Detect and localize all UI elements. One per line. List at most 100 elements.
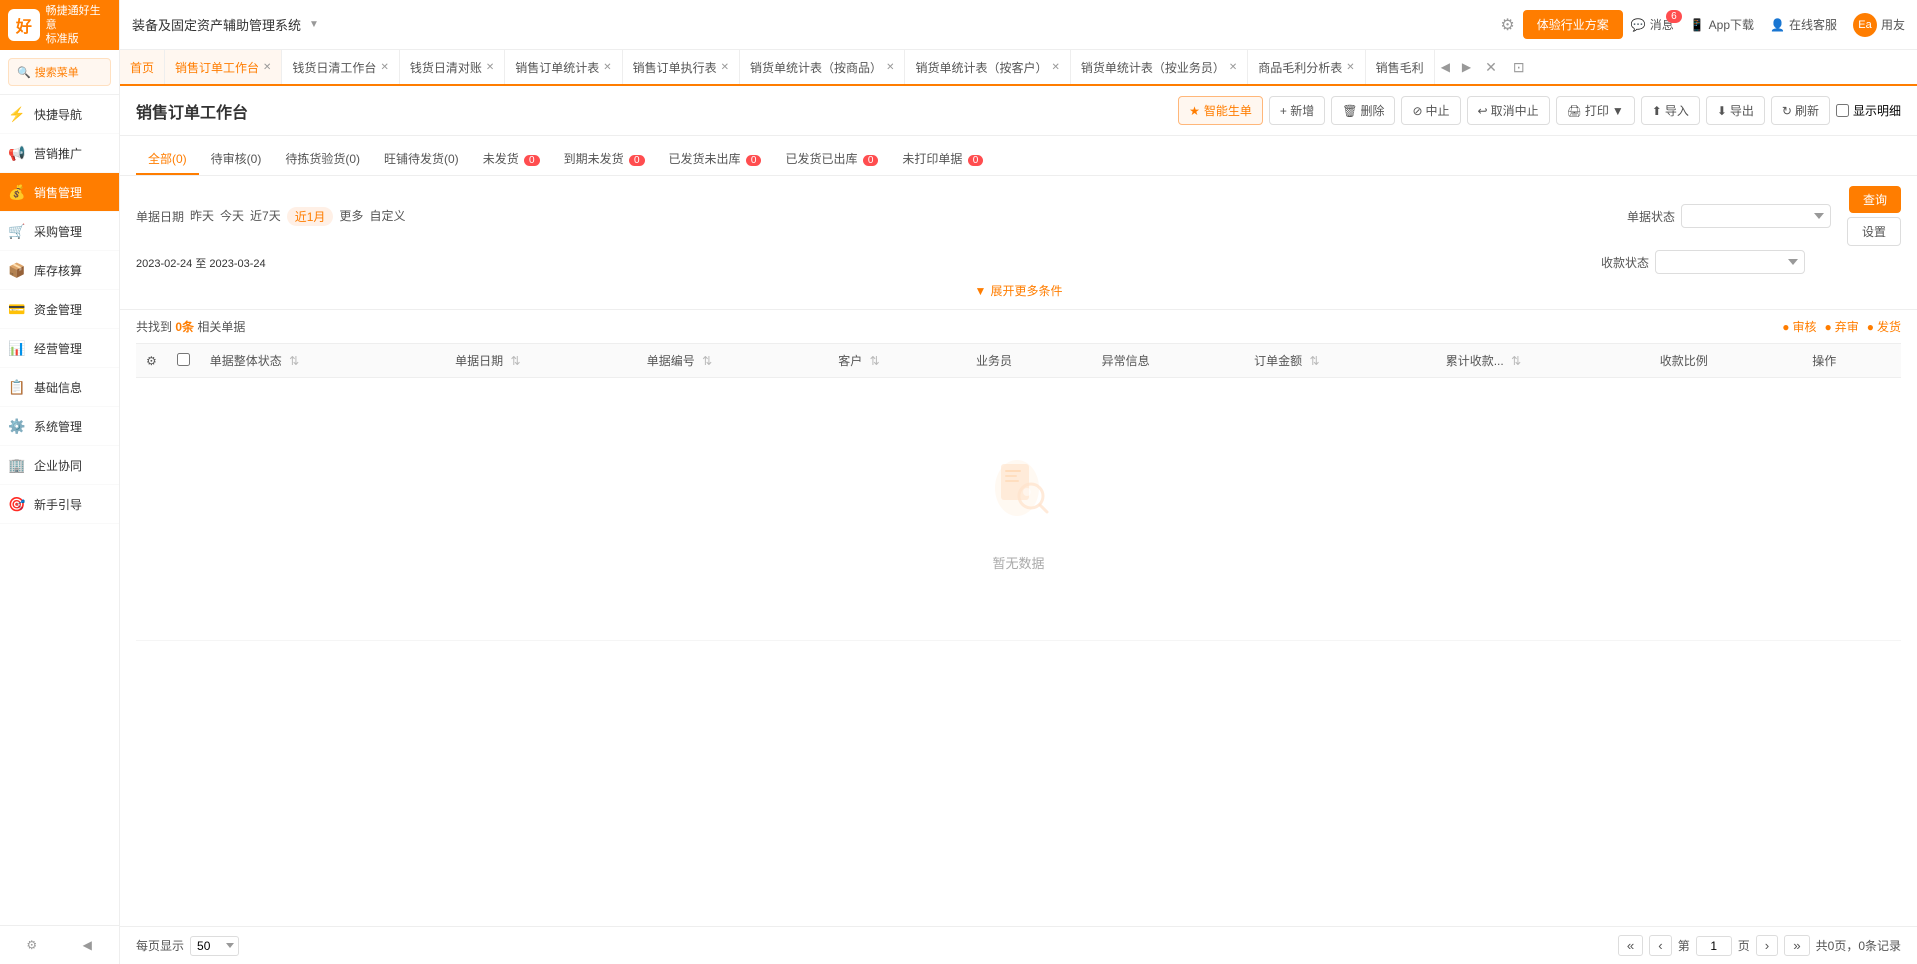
col-header-status[interactable]: 单据整体状态 ⇅ — [200, 344, 445, 378]
filter-date-1month[interactable]: 近1月 — [287, 207, 334, 226]
sidebar-settings-button[interactable]: ⚙ — [8, 934, 56, 956]
select-all-checkbox[interactable] — [177, 353, 190, 366]
online-service-button[interactable]: 👤 在线客服 — [1770, 16, 1837, 33]
col-header-abnormal[interactable]: 异常信息 — [1092, 344, 1245, 378]
sub-tab-wangpu[interactable]: 旺铺待发货(0) — [372, 144, 471, 175]
sort-status-icon[interactable]: ⇅ — [289, 354, 299, 368]
sub-tab-shipped-not-warehoused[interactable]: 已发货未出库 0 — [657, 144, 774, 175]
page-size-select[interactable]: 50 100 200 — [190, 936, 239, 956]
tab-close-sales-summary-customer[interactable]: ✕ — [1051, 62, 1059, 73]
tab-sales-order[interactable]: 销售订单工作台 ✕ — [165, 50, 282, 86]
tab-close-cash-reconcile[interactable]: ✕ — [486, 62, 494, 73]
tab-product-margin[interactable]: 商品毛利分析表 ✕ — [1248, 50, 1365, 84]
sidebar-item-marketing[interactable]: 📢 营销推广 — [0, 134, 119, 173]
system-title-dropdown-icon[interactable]: ▼ — [309, 19, 319, 30]
page-prev-button[interactable]: ‹ — [1649, 935, 1671, 956]
col-header-staff[interactable]: 业务员 — [966, 344, 1092, 378]
filter-collection-select[interactable] — [1655, 250, 1805, 274]
sidebar-collapse-button[interactable]: ◀ — [64, 934, 112, 956]
batch-cancel-review-button[interactable]: ● 弃审 — [1824, 318, 1858, 335]
tab-close-all[interactable]: ✕ — [1477, 50, 1505, 84]
sidebar-item-quick-nav[interactable]: ⚡ 快捷导航 — [0, 95, 119, 134]
expand-conditions-button[interactable]: ▼ 展开更多条件 — [975, 282, 1063, 299]
col-header-collected[interactable]: 累计收款... ⇅ — [1436, 344, 1650, 378]
setting-button[interactable]: 设置 — [1847, 217, 1901, 246]
query-button[interactable]: 查询 — [1849, 186, 1901, 213]
tab-cash-daily[interactable]: 钱货日清工作台 ✕ — [282, 50, 399, 84]
filter-status-select[interactable] — [1681, 204, 1831, 228]
sidebar-item-basic[interactable]: 📋 基础信息 — [0, 368, 119, 407]
sort-amount-icon[interactable]: ⇅ — [1310, 354, 1320, 368]
cancel-stop-button[interactable]: ↩ 取消中止 — [1467, 96, 1550, 125]
smart-create-button[interactable]: ★ 智能生单 — [1178, 96, 1263, 125]
sidebar-item-purchase[interactable]: 🛒 采购管理 — [0, 212, 119, 251]
sidebar-item-inventory[interactable]: 📦 库存核算 — [0, 251, 119, 290]
tab-close-sales-order[interactable]: ✕ — [263, 62, 271, 73]
tab-scroll-left[interactable]: ◀ — [1435, 50, 1456, 84]
sidebar-item-newbie[interactable]: 🎯 新手引导 — [0, 485, 119, 524]
show-detail-checkbox-label[interactable]: 显示明细 — [1836, 102, 1901, 119]
tab-scroll-right[interactable]: ▶ — [1456, 50, 1477, 84]
stop-button[interactable]: ⊘ 中止 — [1401, 96, 1460, 125]
search-menu-button[interactable]: 🔍 搜索菜单 — [8, 58, 111, 86]
batch-ship-button[interactable]: ● 发货 — [1867, 318, 1901, 335]
sub-tab-pending-review[interactable]: 待审核(0) — [199, 144, 274, 175]
batch-review-button[interactable]: ● 审核 — [1782, 318, 1816, 335]
tab-home[interactable]: 首页 — [120, 50, 165, 84]
tab-sales-exec[interactable]: 销售订单执行表 ✕ — [623, 50, 740, 84]
sub-tab-overdue[interactable]: 到期未发货 0 — [552, 144, 657, 175]
sub-tab-all[interactable]: 全部(0) — [136, 144, 199, 175]
sort-number-icon[interactable]: ⇅ — [702, 354, 712, 368]
sub-tab-pending-inspect[interactable]: 待拣货验货(0) — [273, 144, 372, 175]
filter-date-7days[interactable]: 近7天 — [250, 207, 281, 226]
message-button[interactable]: 💬 消息 6 — [1631, 16, 1674, 33]
filter-date-yesterday[interactable]: 昨天 — [190, 207, 214, 226]
sub-tab-not-printed[interactable]: 未打印单据 0 — [890, 144, 995, 175]
page-first-button[interactable]: « — [1618, 935, 1643, 956]
col-header-ratio[interactable]: 收款比例 — [1650, 344, 1803, 378]
tab-sales-summary-staff[interactable]: 销货单统计表（按业务员） ✕ — [1071, 50, 1248, 84]
tab-close-sales-summary-product[interactable]: ✕ — [886, 62, 894, 73]
delete-button[interactable]: 🗑 删除 — [1331, 96, 1395, 125]
tab-sales-summary-customer[interactable]: 销货单统计表（按客户） ✕ — [905, 50, 1070, 84]
sub-tab-not-shipped[interactable]: 未发货 0 — [471, 144, 552, 175]
tab-close-cash-daily[interactable]: ✕ — [380, 62, 388, 73]
page-number-input[interactable] — [1696, 936, 1732, 956]
user-menu[interactable]: Ea 用友 — [1853, 13, 1905, 37]
print-button[interactable]: 🖨 打印 ▼ — [1556, 96, 1635, 125]
tab-sales-stats[interactable]: 销售订单统计表 ✕ — [505, 50, 622, 84]
sort-collected-icon[interactable]: ⇅ — [1511, 354, 1521, 368]
tab-cash-reconcile[interactable]: 钱货日清对账 ✕ — [400, 50, 505, 84]
filter-date-today[interactable]: 今天 — [220, 207, 244, 226]
col-header-customer[interactable]: 客户 ⇅ — [828, 344, 966, 378]
page-last-button[interactable]: » — [1784, 935, 1809, 956]
tab-close-sales-exec[interactable]: ✕ — [721, 62, 729, 73]
filter-date-more[interactable]: 更多 — [339, 207, 363, 226]
import-button[interactable]: ⬆ 导入 — [1641, 96, 1700, 125]
add-button[interactable]: + 新增 — [1269, 96, 1325, 125]
sidebar-item-system[interactable]: ⚙️ 系统管理 — [0, 407, 119, 446]
sidebar-item-operations[interactable]: 📊 经营管理 — [0, 329, 119, 368]
sidebar-item-sales[interactable]: 💰 销售管理 — [0, 173, 119, 212]
sort-date-icon[interactable]: ⇅ — [511, 354, 521, 368]
export-button[interactable]: ⬇ 导出 — [1706, 96, 1765, 125]
filter-date-custom[interactable]: 自定义 — [369, 207, 405, 226]
show-detail-checkbox[interactable] — [1836, 104, 1849, 117]
page-next-button[interactable]: › — [1756, 935, 1778, 956]
tab-close-sales-stats[interactable]: ✕ — [603, 62, 611, 73]
col-header-amount[interactable]: 订单金额 ⇅ — [1244, 344, 1436, 378]
settings-gear-icon[interactable]: ⚙ — [1500, 15, 1514, 35]
tab-close-sales-summary-staff[interactable]: ✕ — [1229, 62, 1237, 73]
sort-customer-icon[interactable]: ⇅ — [870, 354, 880, 368]
app-download-button[interactable]: 📱 App下载 — [1690, 16, 1754, 33]
tab-sales-summary-product[interactable]: 销货单统计表（按商品） ✕ — [740, 50, 905, 84]
col-header-date[interactable]: 单据日期 ⇅ — [445, 344, 637, 378]
tab-expand[interactable]: ⊡ — [1505, 50, 1533, 84]
col-header-number[interactable]: 单据编号 ⇅ — [637, 344, 829, 378]
sidebar-item-enterprise[interactable]: 🏢 企业协同 — [0, 446, 119, 485]
tab-sales-profit[interactable]: 销售毛利 — [1366, 50, 1435, 84]
refresh-button[interactable]: ↻ 刷新 — [1771, 96, 1830, 125]
sub-tab-shipped-warehoused[interactable]: 已发货已出库 0 — [773, 144, 890, 175]
sidebar-item-finance[interactable]: 💳 资金管理 — [0, 290, 119, 329]
tab-close-product-margin[interactable]: ✕ — [1346, 62, 1354, 73]
